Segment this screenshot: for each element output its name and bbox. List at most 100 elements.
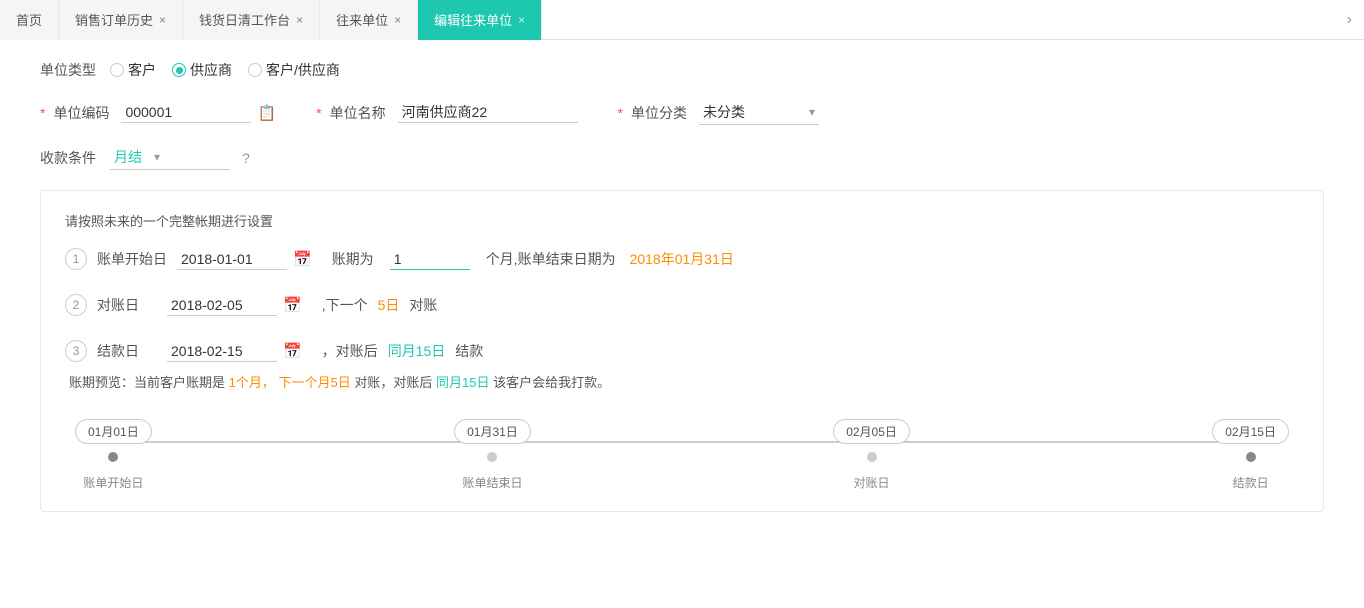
unit-type-label: 单位类型 <box>40 60 96 80</box>
unit-info-row: * 单位编码 📋 * 单位名称 * 单位分类 未分类 ▾ <box>40 100 1324 125</box>
radio-label-supplier: 供应商 <box>190 60 232 80</box>
step-num-1: 1 <box>65 248 87 270</box>
step1-period-input[interactable] <box>390 249 470 270</box>
tabs-bar: 首页 销售订单历史 × 钱货日清工作台 × 往来单位 × 编辑往来单位 × › <box>0 0 1364 40</box>
timeline-dot-0 <box>108 452 118 462</box>
unit-name-input[interactable] <box>398 102 578 123</box>
timeline-dot-1 <box>487 452 497 462</box>
step1-note-after: 个月,账单结束日期为 <box>486 249 616 269</box>
tabs-scroll-arrow[interactable]: › <box>1335 11 1364 29</box>
step2-date-input[interactable] <box>167 295 277 316</box>
step1-note-before: 账期为 <box>332 249 374 269</box>
step-row-3: 3 结款日 📅 ，对账后 同月15日 结款 <box>65 340 1299 362</box>
timeline-badge-1: 01月31日 <box>454 419 531 444</box>
unit-code-group: * 单位编码 📋 <box>40 102 276 123</box>
step2-highlight-mid: 5日 <box>378 295 400 315</box>
unit-name-star: * <box>316 105 321 121</box>
preview-suffix: 该客户会给我打款。 <box>493 375 610 390</box>
step1-calendar-icon[interactable]: 📅 <box>293 250 312 268</box>
step3-date-input[interactable] <box>167 341 277 362</box>
step2-note-before: ,下一个 <box>322 295 368 315</box>
unit-code-icon[interactable]: 📋 <box>257 104 276 122</box>
timeline-label-0: 账单开始日 <box>83 474 143 491</box>
unit-name-label: 单位名称 <box>330 103 386 123</box>
close-sales-history[interactable]: × <box>159 13 166 27</box>
unit-class-dropdown-icon: ▾ <box>809 105 815 119</box>
radio-label-both: 客户/供应商 <box>266 60 340 80</box>
unit-class-value: 未分类 <box>703 102 745 122</box>
radio-both[interactable]: 客户/供应商 <box>248 60 340 80</box>
payment-terms-dropdown-icon: ▾ <box>154 150 160 164</box>
step3-highlight: 同月15日 <box>388 341 446 361</box>
unit-class-label: 单位分类 <box>631 103 687 123</box>
radio-label-customer: 客户 <box>128 60 156 80</box>
tab-partner[interactable]: 往来单位 × <box>320 0 418 40</box>
unit-class-group: * 单位分类 未分类 ▾ <box>618 100 819 125</box>
step1-date-input[interactable] <box>177 249 287 270</box>
main-content: 单位类型 客户 供应商 客户/供应商 * 单位编码 📋 * 单位名称 <box>0 40 1364 608</box>
unit-code-input[interactable] <box>121 102 251 123</box>
section-box: 请按照未来的一个完整帐期进行设置 1 账单开始日 📅 账期为 个月,账单结束日期… <box>40 190 1324 512</box>
step-row-1: 1 账单开始日 📅 账期为 个月,账单结束日期为 2018年01月31日 <box>65 248 1299 270</box>
timeline-label-1: 账单结束日 <box>462 474 522 491</box>
tab-home[interactable]: 首页 <box>0 0 59 40</box>
radio-supplier[interactable]: 供应商 <box>172 60 232 80</box>
tab-sales-history[interactable]: 销售订单历史 × <box>59 0 183 40</box>
preview-date: 下一个月5日 <box>279 375 351 390</box>
timeline-label-2: 对账日 <box>854 474 890 491</box>
radio-circle-supplier <box>172 63 186 77</box>
payment-terms-select[interactable]: 月结 ▾ <box>110 145 230 170</box>
unit-type-row: 单位类型 客户 供应商 客户/供应商 <box>40 60 1324 80</box>
step-num-3: 3 <box>65 340 87 362</box>
close-edit-partner[interactable]: × <box>518 13 525 27</box>
step3-note-before: ，对账后 <box>322 341 378 361</box>
unit-class-select[interactable]: 未分类 ▾ <box>699 100 819 125</box>
step-num-2: 2 <box>65 294 87 316</box>
unit-code-label: 单位编码 <box>53 103 109 123</box>
preview-period: 1个月， <box>229 375 275 390</box>
radio-circle-both <box>248 63 262 77</box>
preview-pay-date: 同月15日 <box>436 375 489 390</box>
payment-terms-label: 收款条件 <box>40 148 96 168</box>
step2-date-group: 📅 <box>167 295 302 316</box>
timeline-section: 01月01日 账单开始日 01月31日 账单结束日 02月05日 对账日 <box>65 419 1299 491</box>
timeline-badge-3: 02月15日 <box>1212 419 1289 444</box>
step1-end-date: 2018年01月31日 <box>630 249 734 269</box>
tab-edit-partner[interactable]: 编辑往来单位 × <box>418 0 542 40</box>
unit-code-star: * <box>40 105 45 121</box>
step3-note-after: 结款 <box>455 341 483 361</box>
step1-date-group: 📅 <box>177 249 312 270</box>
timeline-badge-2: 02月05日 <box>833 419 910 444</box>
section-title: 请按照未来的一个完整帐期进行设置 <box>65 211 1299 230</box>
timeline-badge-0: 01月01日 <box>75 419 152 444</box>
help-icon[interactable]: ? <box>242 150 250 166</box>
step-label-1: 账单开始日 <box>97 249 167 269</box>
unit-name-group: * 单位名称 <box>316 102 577 123</box>
close-cashflow[interactable]: × <box>296 13 303 27</box>
timeline-point-end: 02月15日 结款日 <box>1212 419 1289 491</box>
timeline-point-2: 02月05日 对账日 <box>833 419 910 491</box>
unit-class-star: * <box>618 105 623 121</box>
payment-terms-value: 月结 <box>114 147 142 167</box>
preview-text: 账期预览：当前客户账期是 1个月， 下一个月5日 对账，对账后 同月15日 该客… <box>65 372 1299 391</box>
timeline-point-1: 01月31日 账单结束日 <box>454 419 531 491</box>
preview-prefix: 账期预览：当前客户账期是 <box>69 375 225 390</box>
close-partner[interactable]: × <box>394 13 401 27</box>
step-row-2: 2 对账日 📅 ,下一个 5日 对账 <box>65 294 1299 316</box>
timeline-dot-2 <box>867 452 877 462</box>
preview-mid: 对账，对账后 <box>354 375 432 390</box>
tab-cashflow[interactable]: 钱货日清工作台 × <box>183 0 320 40</box>
radio-group-unit-type: 客户 供应商 客户/供应商 <box>110 60 340 80</box>
timeline-label-3: 结款日 <box>1233 474 1269 491</box>
step3-calendar-icon[interactable]: 📅 <box>283 342 302 360</box>
step-label-2: 对账日 <box>97 295 157 315</box>
step3-date-group: 📅 <box>167 341 302 362</box>
payment-terms-row: 收款条件 月结 ▾ ? <box>40 145 1324 170</box>
step2-calendar-icon[interactable]: 📅 <box>283 296 302 314</box>
step-label-3: 结款日 <box>97 341 157 361</box>
timeline-point-start: 01月01日 账单开始日 <box>75 419 152 491</box>
radio-customer[interactable]: 客户 <box>110 60 156 80</box>
step2-note-after: 对账 <box>409 295 437 315</box>
radio-circle-customer <box>110 63 124 77</box>
timeline-dot-3 <box>1246 452 1256 462</box>
